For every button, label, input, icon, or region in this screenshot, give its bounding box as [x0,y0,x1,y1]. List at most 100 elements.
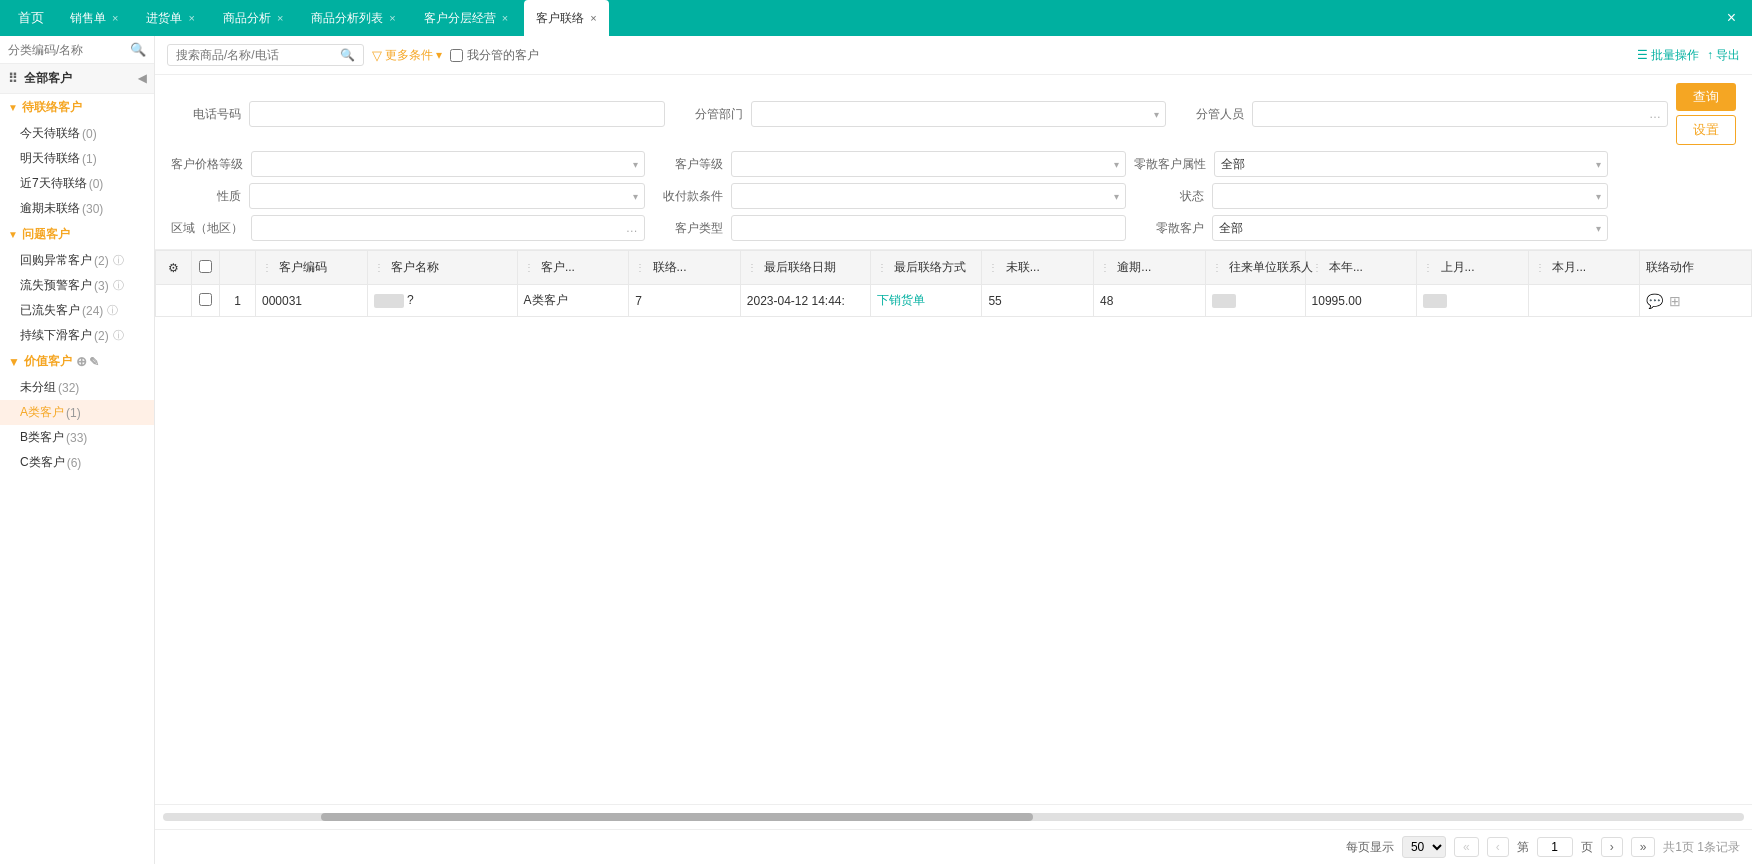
sidebar-item-class-a[interactable]: A类客户(1) [0,400,154,425]
filter-row-4: 区域（地区） … 客户类型 零散客户 全部 ▾ [171,215,1736,241]
sidebar-search-input[interactable] [8,43,130,57]
nav-tab-sales[interactable]: 销售单 × [58,0,130,36]
col-settings[interactable]: ⚙ [156,251,192,285]
filter-retail-attr-select[interactable]: 全部 ▾ [1214,151,1608,177]
add-value-group-icon[interactable]: ⊕ [76,354,87,369]
col-handle-last-month: ⋮ [1423,262,1433,273]
qr-icon[interactable]: ⊞ [1669,293,1681,309]
filter-nature: 性质 ▾ [171,183,645,209]
sidebar-item-unclassified[interactable]: 未分组(32) [0,375,154,400]
chevron-down-icon-5: ▾ [633,191,638,202]
filter-retail-select[interactable]: 全部 ▾ [1212,215,1608,241]
batch-operation-button[interactable]: ☰ 批量操作 [1637,47,1699,64]
filter-payment: 收付款条件 ▾ [653,183,1127,209]
window-close-button[interactable]: × [1719,9,1744,27]
edit-value-group-icon[interactable]: ✎ [89,355,99,369]
col-handle-this-month: ⋮ [1535,262,1545,273]
filter-customer-tier-select[interactable]: ▾ [731,151,1127,177]
my-customers-checkbox[interactable] [450,49,463,62]
row-checkbox[interactable] [199,293,212,306]
row-code[interactable]: 000031 [256,285,368,317]
scrollbar-thumb[interactable] [321,813,1032,821]
horizontal-scrollbar[interactable] [163,813,1744,821]
more-filters-chevron: ▾ [436,48,442,62]
pending-group-title[interactable]: ▼ 待联络客户 [0,94,154,121]
customer-table: ⚙ ⋮ 客户编码 ⋮ 客户名称 [155,250,1752,317]
sidebar-item-7days-pending[interactable]: 近7天待联络(0) [0,171,154,196]
filter-search-icon[interactable]: 🔍 [340,48,355,62]
value-group-title[interactable]: ▼ 价值客户 ⊕ ✎ [0,348,154,375]
first-page-button[interactable]: « [1454,837,1479,857]
tab-close-sales[interactable]: × [112,12,118,24]
sidebar-item-churn-warning[interactable]: 流失预警客户(3) ⓘ [0,273,154,298]
tab-close-customer-contact[interactable]: × [590,12,596,24]
sidebar-search-icon[interactable]: 🔍 [130,42,146,57]
last-method-link[interactable]: 下销货单 [877,293,925,307]
settings-button[interactable]: 设置 [1676,115,1736,145]
tab-close-analysis-list[interactable]: × [389,12,395,24]
filter-status-label: 状态 [1134,188,1204,205]
collapse-icon[interactable]: ◀ [138,72,146,85]
filter-region-label: 区域（地区） [171,220,243,237]
filter-status-select[interactable]: ▾ [1212,183,1608,209]
next-page-button[interactable]: › [1601,837,1623,857]
my-customers-filter[interactable]: 我分管的客户 [450,47,539,64]
sidebar-item-class-b[interactable]: B类客户(33) [0,425,154,450]
batch-op-icon: ☰ [1637,48,1648,62]
filter-phone-input[interactable] [249,101,665,127]
filter-dept-select[interactable]: ▾ [751,101,1167,127]
sidebar-item-class-c[interactable]: C类客户(6) [0,450,154,475]
query-button[interactable]: 查询 [1676,83,1736,111]
current-page-input[interactable] [1537,837,1573,857]
filter-customer-type-select[interactable] [731,215,1127,241]
sidebar-item-tomorrow-pending[interactable]: 明天待联络(1) [0,146,154,171]
filter-customer-tier-label: 客户等级 [653,156,723,173]
filter-search-input[interactable] [176,48,336,62]
filter-payment-select[interactable]: ▾ [731,183,1127,209]
filter-customer-tier: 客户等级 ▾ [653,151,1127,177]
filter-retail: 零散客户 全部 ▾ [1134,215,1608,241]
nav-tab-customer-tier[interactable]: 客户分层经营 × [412,0,520,36]
tab-close-customer-tier[interactable]: × [502,12,508,24]
page-label: 第 [1517,839,1529,856]
last-page-button[interactable]: » [1631,837,1656,857]
row-last-method[interactable]: 下销货单 [870,285,982,317]
per-page-select[interactable]: 50 [1402,836,1446,858]
filter-retail-attr: 零散客户属性 全部 ▾ [1134,151,1608,177]
tab-close-analysis[interactable]: × [277,12,283,24]
settings-gear-icon[interactable]: ⚙ [168,261,179,275]
filter-nature-select[interactable]: ▾ [249,183,645,209]
tab-close-purchase[interactable]: × [188,12,194,24]
filter-phone-label: 电话号码 [171,106,241,123]
export-button[interactable]: ↑ 导出 [1707,47,1740,64]
info-icon-repurchase: ⓘ [113,253,124,268]
row-no-contact: 55 [982,285,1094,317]
row-checkbox-cell[interactable] [192,285,220,317]
chat-icon[interactable]: 💬 [1646,293,1663,309]
chevron-down-icon-2: ▾ [633,159,638,170]
filter-row-2: 客户价格等级 ▾ 客户等级 ▾ 零散客户属性 全部 [171,151,1736,177]
sidebar-item-churned[interactable]: 已流失客户(24) ⓘ [0,298,154,323]
sidebar-item-overdue-contact[interactable]: 逾期未联络(30) [0,196,154,221]
sidebar-item-repurchase-abnormal[interactable]: 回购异常客户(2) ⓘ [0,248,154,273]
nav-tab-purchase[interactable]: 进货单 × [134,0,206,36]
nav-tab-customer-contact[interactable]: 客户联络 × [524,0,608,36]
filter-price-tier-select[interactable]: ▾ [251,151,645,177]
sidebar-item-declining[interactable]: 持续下滑客户(2) ⓘ [0,323,154,348]
nav-home[interactable]: 首页 [8,0,54,36]
nav-tab-analysis-list[interactable]: 商品分析列表 × [299,0,407,36]
filter-manager-dots[interactable]: … [1252,101,1668,127]
pending-arrow-icon: ▼ [8,102,18,113]
chevron-down-icon-7: ▾ [1596,191,1601,202]
more-filters-button[interactable]: ▽ 更多条件 ▾ [372,47,442,64]
filter-region-dots[interactable]: … [251,215,645,241]
sidebar-item-today-pending[interactable]: 今天待联络(0) [0,121,154,146]
prev-page-button[interactable]: ‹ [1487,837,1509,857]
select-all-checkbox[interactable] [199,260,212,273]
nav-tab-analysis[interactable]: 商品分析 × [211,0,295,36]
sidebar-all-customers-header[interactable]: ⠿ 全部客户 ◀ [0,64,154,94]
filter-status: 状态 ▾ [1134,183,1608,209]
problem-group-title[interactable]: ▼ 问题客户 [0,221,154,248]
col-handle-this-year: ⋮ [1312,262,1322,273]
col-checkbox[interactable] [192,251,220,285]
